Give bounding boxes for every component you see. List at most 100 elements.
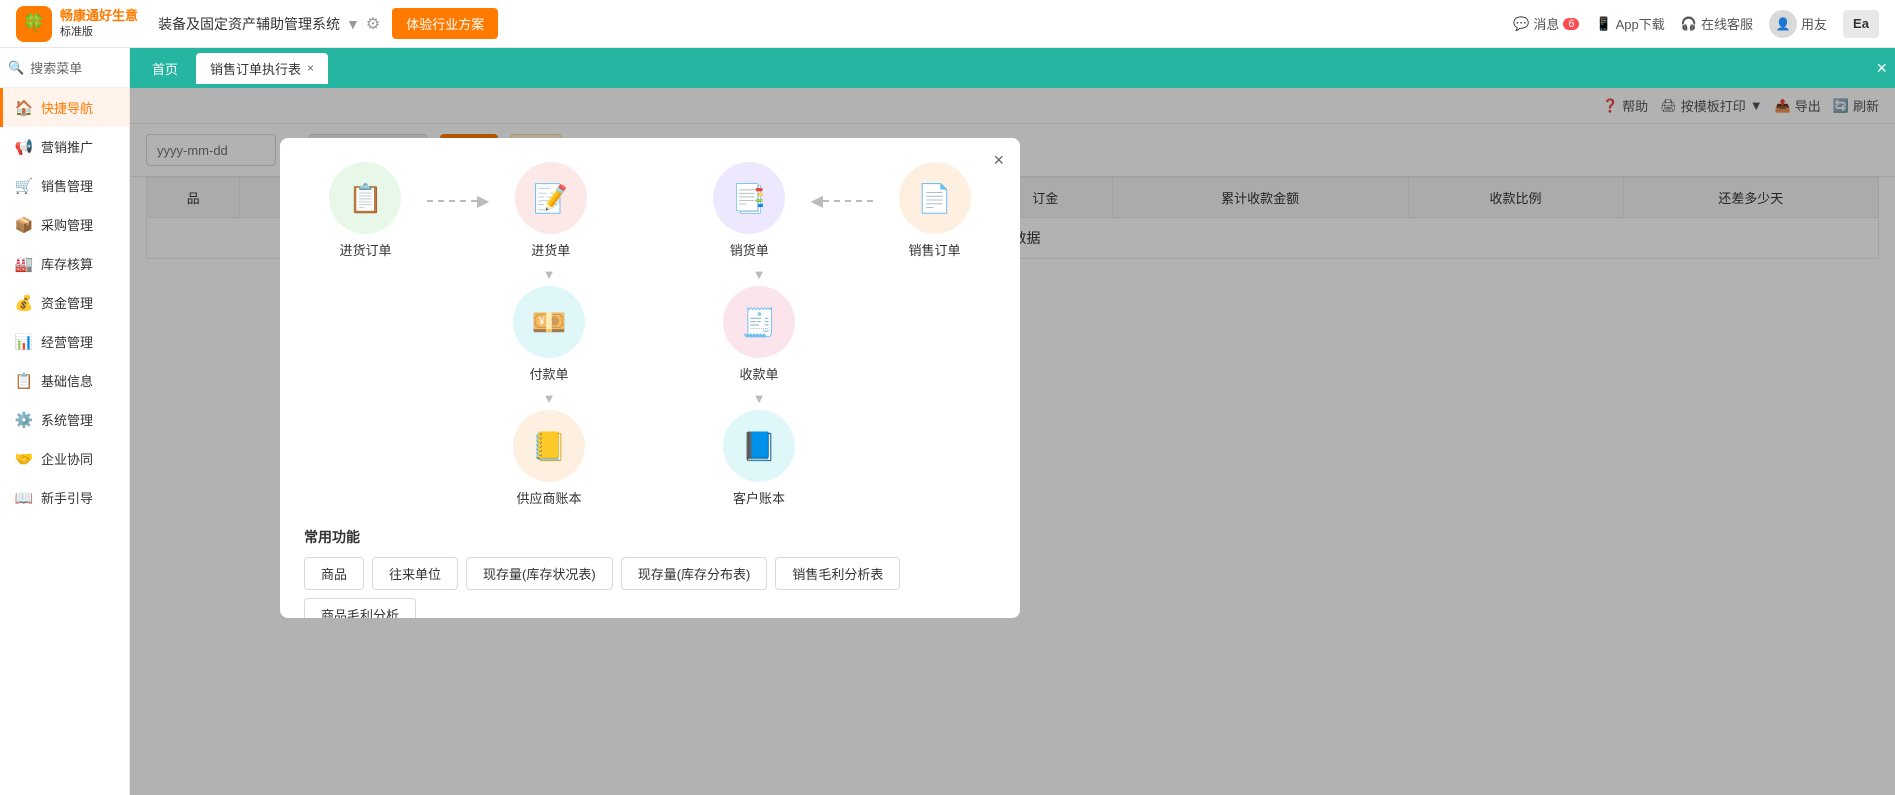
home-icon: 🏠 (15, 99, 33, 117)
sales-order-icon: 📄 (917, 182, 952, 215)
system-title-text: 装备及固定资产辅助管理系统 (158, 14, 340, 34)
flow-label-purchase-order: 进货订单 (339, 240, 391, 259)
flow-node-supplier-ledger[interactable]: 📒 供应商账本 (484, 410, 614, 507)
user-item[interactable]: 👤 用友 (1769, 10, 1827, 38)
content-wrapper: ❓ 帮助 🖨 按模板打印 ▼ 📤 导出 🔄 刷新 (130, 88, 1895, 795)
sidebar-item-label-finance: 资金管理 (41, 293, 93, 312)
sidebar-item-label-basic: 基础信息 (41, 371, 93, 390)
modal-close-button[interactable]: × (993, 150, 1004, 171)
arrow-down-payment: ▼ (484, 391, 614, 406)
flow-node-sales-order[interactable]: 📄 销售订单 (873, 162, 996, 259)
avatar: 👤 (1769, 10, 1797, 38)
tab-sales-exec-close[interactable]: × (307, 61, 314, 75)
search-icon: 🔍 (8, 60, 24, 76)
sidebar-item-purchase[interactable]: 📦 采购管理 (0, 205, 129, 244)
flow-circle-supplier-ledger: 📒 (513, 410, 585, 482)
flow-node-receipt-bill[interactable]: 🧾 收款单 (694, 286, 824, 383)
sidebar-item-operation[interactable]: 📊 经营管理 (0, 322, 129, 361)
common-btn-goods[interactable]: 商品 (304, 557, 364, 590)
online-service-item[interactable]: 🎧 在线客服 (1681, 14, 1753, 33)
sidebar-item-label-quick-nav: 快捷导航 (41, 98, 93, 117)
flow-row-3: 📒 供应商账本 📘 客户账本 (304, 410, 996, 507)
common-btn-goods-profit[interactable]: 商品毛利分析 (304, 598, 416, 618)
sidebar-item-label-purchase: 采购管理 (41, 215, 93, 234)
sidebar-item-label-marketing: 营销推广 (41, 137, 93, 156)
sidebar: 🔍 搜索菜单 🏠 快捷导航 📢 营销推广 🛒 销售管理 📦 采购管理 🏭 (0, 48, 130, 795)
common-btn-partners[interactable]: 往来单位 (372, 557, 458, 590)
sidebar-item-system[interactable]: ⚙️ 系统管理 (0, 400, 129, 439)
common-section: 常用功能 商品 往来单位 现存量(库存状况表) 现存量(库存分布表) 销售毛利分… (304, 515, 996, 618)
common-btn-stock-status[interactable]: 现存量(库存状况表) (466, 557, 613, 590)
flow-arrows-down-row2: ▼ ▼ (304, 391, 996, 406)
enterprise-icon: 🤝 (15, 450, 33, 468)
settings-icon[interactable]: ⚙ (366, 14, 380, 34)
flow-circle-receipt-bill: 🧾 (723, 286, 795, 358)
purchase-icon: 📦 (15, 216, 33, 234)
sidebar-item-enterprise[interactable]: 🤝 企业协同 (0, 439, 129, 478)
flow-label-supplier-ledger: 供应商账本 (516, 488, 581, 507)
arrow-left-1: ◀ (811, 191, 873, 211)
app-download-item[interactable]: 📱 App下载 (1595, 14, 1664, 33)
flow-label-customer-ledger: 客户账本 (733, 488, 785, 507)
sales-bill-icon: 📑 (732, 182, 767, 215)
receipt-bill-icon: 🧾 (742, 306, 777, 339)
flow-label-payment-bill: 付款单 (529, 364, 568, 383)
flow-circle-payment-bill: 💴 (513, 286, 585, 358)
flow-node-customer-ledger[interactable]: 📘 客户账本 (694, 410, 824, 507)
sidebar-item-sales[interactable]: 🛒 销售管理 (0, 166, 129, 205)
system-title-area: 装备及固定资产辅助管理系统 ▼ ⚙ (158, 14, 380, 34)
user-ea-badge[interactable]: Ea (1843, 10, 1879, 38)
system-title-dropdown-icon[interactable]: ▼ (346, 16, 360, 32)
payment-bill-icon: 💴 (532, 306, 567, 339)
basic-icon: 📋 (15, 372, 33, 390)
common-buttons-row1: 商品 往来单位 现存量(库存状况表) 现存量(库存分布表) 销售毛利分析表 商品… (304, 557, 996, 618)
purchase-order-icon: 📋 (348, 182, 383, 215)
flow-arrows-down-row: ▼ ▼ (304, 267, 996, 282)
app-download-label: App下载 (1616, 14, 1665, 33)
flow-node-sales-bill[interactable]: 📑 销货单 (688, 162, 811, 259)
common-section-title: 常用功能 (304, 527, 996, 547)
finance-icon: 💰 (15, 294, 33, 312)
logo-area: 🍀 畅康通好生意 标准版 (16, 6, 146, 42)
sidebar-item-marketing[interactable]: 📢 营销推广 (0, 127, 129, 166)
sidebar-item-inventory[interactable]: 🏭 库存核算 (0, 244, 129, 283)
sidebar-item-basic[interactable]: 📋 基础信息 (0, 361, 129, 400)
sidebar-item-newbie[interactable]: 📖 新手引导 (0, 478, 129, 517)
marketing-icon: 📢 (15, 138, 33, 156)
user-name: 用友 (1801, 14, 1827, 33)
tab-home[interactable]: 首页 (138, 53, 192, 84)
flow-node-payment-bill[interactable]: 💴 付款单 (484, 286, 614, 383)
online-service-label: 在线客服 (1701, 14, 1753, 33)
flow-circle-purchase-bill: 📝 (515, 162, 587, 234)
purchase-bill-icon: 📝 (533, 182, 568, 215)
modal-overlay[interactable]: × 📋 进货订单 (130, 88, 1895, 795)
message-icon: 💬 (1513, 16, 1529, 32)
message-label: 消息 (1533, 14, 1559, 33)
sidebar-item-quick-nav[interactable]: 🏠 快捷导航 (0, 88, 129, 127)
headset-icon: 🎧 (1681, 16, 1697, 32)
sidebar-item-finance[interactable]: 💰 资金管理 (0, 283, 129, 322)
flow-circle-sales-order: 📄 (899, 162, 971, 234)
topbar-right: 💬 消息 6 📱 App下载 🎧 在线客服 👤 用友 Ea (1513, 10, 1879, 38)
common-btn-stock-dist[interactable]: 现存量(库存分布表) (621, 557, 768, 590)
flow-label-receipt-bill: 收款单 (739, 364, 778, 383)
logo-subtitle: 标准版 (60, 25, 138, 39)
sidebar-item-label-operation: 经营管理 (41, 332, 93, 351)
tab-bar: 首页 销售订单执行表 × × (130, 48, 1895, 88)
tab-sales-exec[interactable]: 销售订单执行表 × (196, 53, 328, 84)
tab-close-all[interactable]: × (1876, 58, 1887, 79)
sidebar-search-label: 搜索菜单 (30, 58, 82, 77)
sidebar-item-label-inventory: 库存核算 (41, 254, 93, 273)
sidebar-item-label-system: 系统管理 (41, 410, 93, 429)
common-btn-sales-profit[interactable]: 销售毛利分析表 (775, 557, 900, 590)
sidebar-search[interactable]: 🔍 搜索菜单 (0, 48, 129, 88)
flow-node-purchase-order[interactable]: 📋 进货订单 (304, 162, 427, 259)
experience-button[interactable]: 体验行业方案 (392, 8, 498, 39)
system-icon: ⚙️ (15, 411, 33, 429)
arrow-down-purchase: ▼ (484, 267, 614, 282)
arrow-down-sales: ▼ (694, 267, 824, 282)
flow-circle-customer-ledger: 📘 (723, 410, 795, 482)
message-item[interactable]: 💬 消息 6 (1513, 14, 1579, 33)
flow-node-purchase-bill[interactable]: 📝 进货单 (489, 162, 612, 259)
flow-row-1: 📋 进货订单 ▶ (304, 162, 996, 259)
